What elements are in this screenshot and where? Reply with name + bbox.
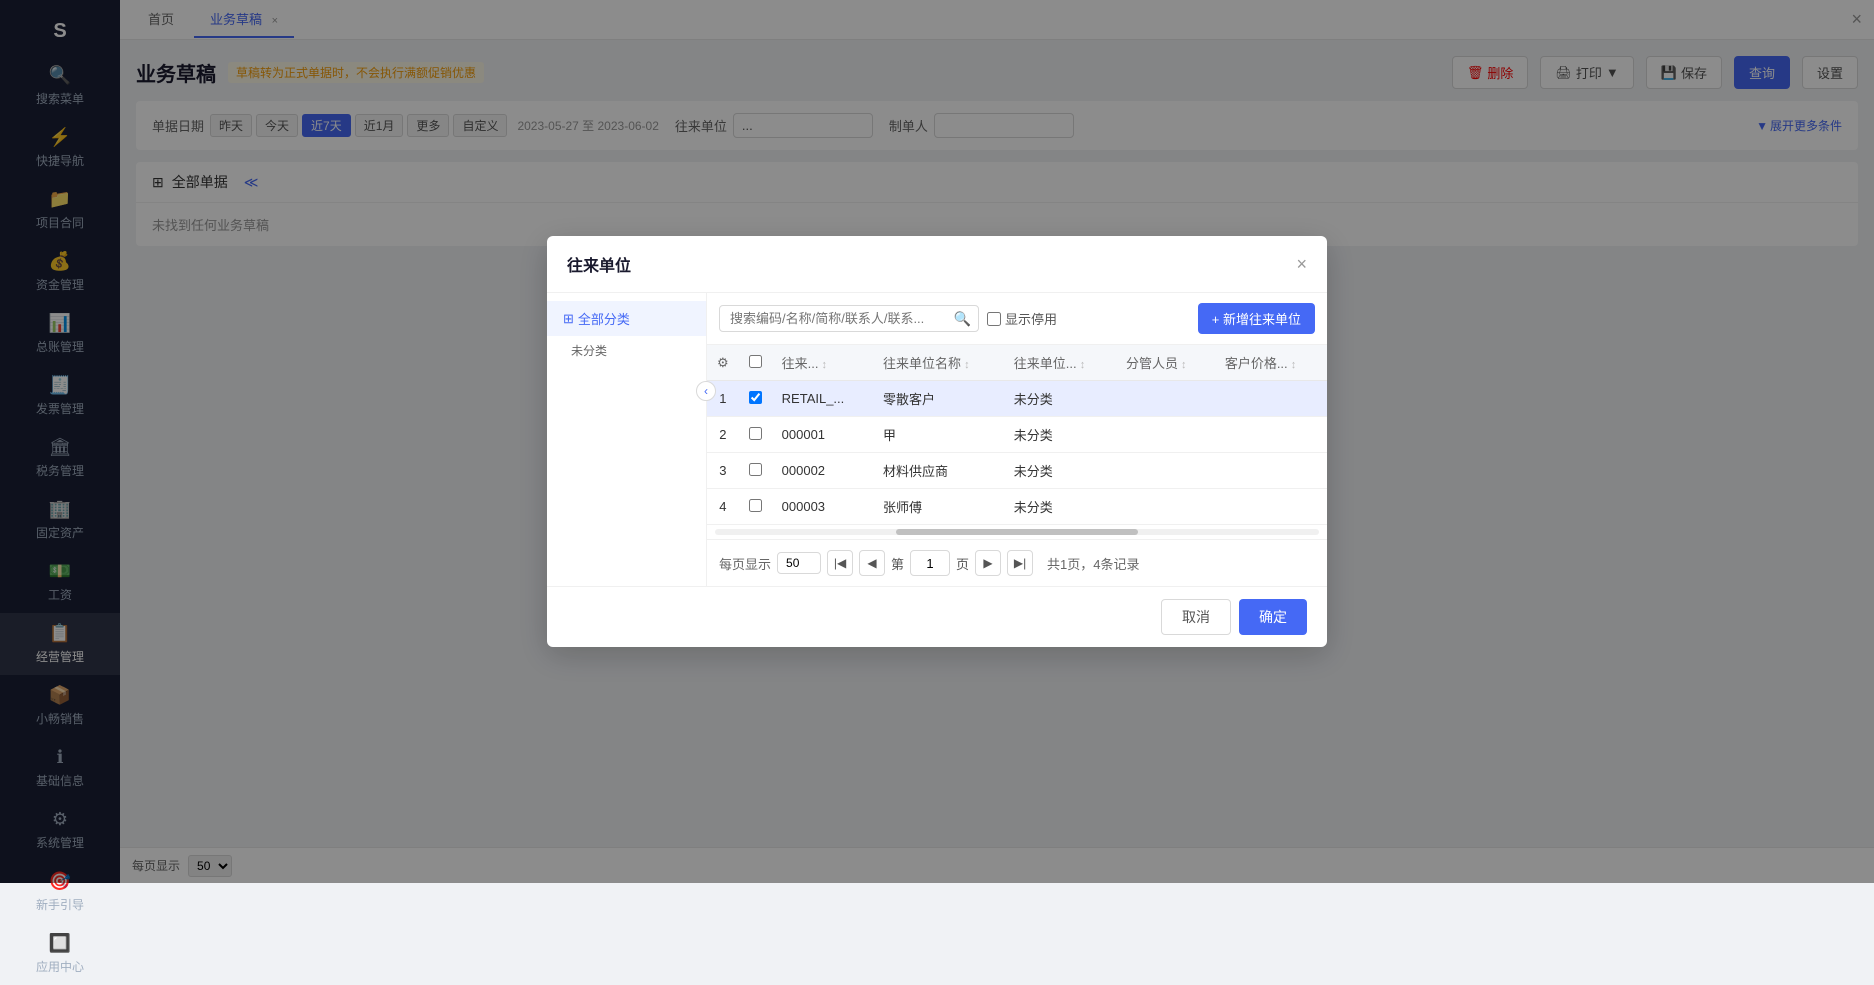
search-icon: 🔍 [954, 310, 971, 327]
row-num: 2 [707, 417, 739, 453]
th-code[interactable]: 往来... [772, 345, 873, 381]
select-all-checkbox[interactable] [749, 355, 762, 368]
row-category: 未分类 [1004, 489, 1116, 525]
row-salesperson [1116, 381, 1215, 417]
page-number-input[interactable] [910, 550, 950, 576]
dialog-close-button[interactable]: × [1296, 254, 1307, 275]
table-body: 1 RETAIL_... 零散客户 未分类 2 [707, 381, 1327, 525]
row-name: 张师傅 [873, 489, 1004, 525]
per-page-label: 每页显示 [719, 554, 771, 573]
dialog-header: 往来单位 × [547, 236, 1327, 293]
th-name[interactable]: 往来单位名称 [873, 345, 1004, 381]
add-partner-button[interactable]: + 新增往来单位 [1198, 303, 1315, 334]
row-price-level [1215, 417, 1327, 453]
th-salesperson[interactable]: 分管人员 [1116, 345, 1215, 381]
first-page-btn[interactable]: |◀ [827, 550, 853, 576]
row-name: 材料供应商 [873, 453, 1004, 489]
all-category-item[interactable]: ⊞ 全部分类 [547, 301, 706, 336]
per-page-select[interactable]: 50 [777, 552, 821, 574]
last-page-btn[interactable]: ▶| [1007, 550, 1033, 576]
row-price-level [1215, 489, 1327, 525]
next-page-btn[interactable]: ▶ [975, 550, 1001, 576]
cancel-button[interactable]: 取消 [1161, 599, 1231, 635]
th-check[interactable] [739, 345, 772, 381]
partner-search-input[interactable] [719, 305, 979, 332]
modal-overlay: 往来单位 × ⊞ 全部分类 未分类 ‹ [0, 0, 1874, 883]
row-price-level [1215, 453, 1327, 489]
uncategorized-item[interactable]: 未分类 [547, 336, 706, 365]
table-row[interactable]: 3 000002 材料供应商 未分类 [707, 453, 1327, 489]
th-settings[interactable]: ⚙ [707, 345, 739, 381]
total-info: 共1页，4条记录 [1047, 554, 1139, 573]
pagination: 每页显示 50 |◀ ◀ 第 页 ▶ ▶| 共1页，4条记录 [707, 539, 1327, 586]
scrollbar-thumb [896, 529, 1138, 535]
row-category: 未分类 [1004, 417, 1116, 453]
row-name: 零散客户 [873, 381, 1004, 417]
page-label-text: 第 [891, 554, 904, 573]
row-num: 3 [707, 453, 739, 489]
collapse-left-panel-btn[interactable]: ‹ [696, 381, 716, 401]
page-unit-text: 页 [956, 554, 969, 573]
row-price-level [1215, 381, 1327, 417]
dialog-title: 往来单位 [567, 252, 631, 276]
show-disabled-checkbox[interactable] [987, 312, 1001, 326]
show-disabled-label: 显示停用 [987, 309, 1057, 328]
row-category: 未分类 [1004, 381, 1116, 417]
row-salesperson [1116, 453, 1215, 489]
row-name: 甲 [873, 417, 1004, 453]
table-row[interactable]: 2 000001 甲 未分类 [707, 417, 1327, 453]
row-category: 未分类 [1004, 453, 1116, 489]
row-num: 4 [707, 489, 739, 525]
dialog-right-panel: 🔍 显示停用 + 新增往来单位 ⚙ [707, 293, 1327, 586]
dialog-body: ⊞ 全部分类 未分类 ‹ 🔍 [547, 293, 1327, 586]
row-code: 000002 [772, 453, 873, 489]
grid-icon-small: ⊞ [563, 311, 574, 327]
search-bar: 🔍 显示停用 + 新增往来单位 [707, 293, 1327, 345]
dialog-left-panel: ⊞ 全部分类 未分类 ‹ [547, 293, 707, 586]
table-row[interactable]: 4 000003 张师傅 未分类 [707, 489, 1327, 525]
row-code: 000003 [772, 489, 873, 525]
row-salesperson [1116, 489, 1215, 525]
confirm-button[interactable]: 确定 [1239, 599, 1307, 635]
partner-dialog: 往来单位 × ⊞ 全部分类 未分类 ‹ [547, 236, 1327, 647]
search-input-wrap: 🔍 [719, 305, 979, 332]
partner-table: ⚙ 往来... 往来单位名称 往来单位... 分管人员 客户价格... [707, 345, 1327, 525]
row-check[interactable] [739, 453, 772, 489]
dialog-footer: 取消 确定 [547, 586, 1327, 647]
table-row[interactable]: 1 RETAIL_... 零散客户 未分类 [707, 381, 1327, 417]
table-header: ⚙ 往来... 往来单位名称 往来单位... 分管人员 客户价格... [707, 345, 1327, 381]
row-check[interactable] [739, 381, 772, 417]
app-center-icon: 🔲 [49, 933, 71, 954]
sidebar-item-app-center[interactable]: 🔲 应用中心 [0, 923, 120, 985]
row-code: RETAIL_... [772, 381, 873, 417]
row-code: 000001 [772, 417, 873, 453]
row-check[interactable] [739, 417, 772, 453]
prev-page-btn[interactable]: ◀ [859, 550, 885, 576]
row-salesperson [1116, 417, 1215, 453]
row-check[interactable] [739, 489, 772, 525]
partner-table-wrap: ⚙ 往来... 往来单位名称 往来单位... 分管人员 客户价格... [707, 345, 1327, 525]
th-category[interactable]: 往来单位... [1004, 345, 1116, 381]
horizontal-scrollbar[interactable] [715, 529, 1319, 535]
th-price-level[interactable]: 客户价格... [1215, 345, 1327, 381]
